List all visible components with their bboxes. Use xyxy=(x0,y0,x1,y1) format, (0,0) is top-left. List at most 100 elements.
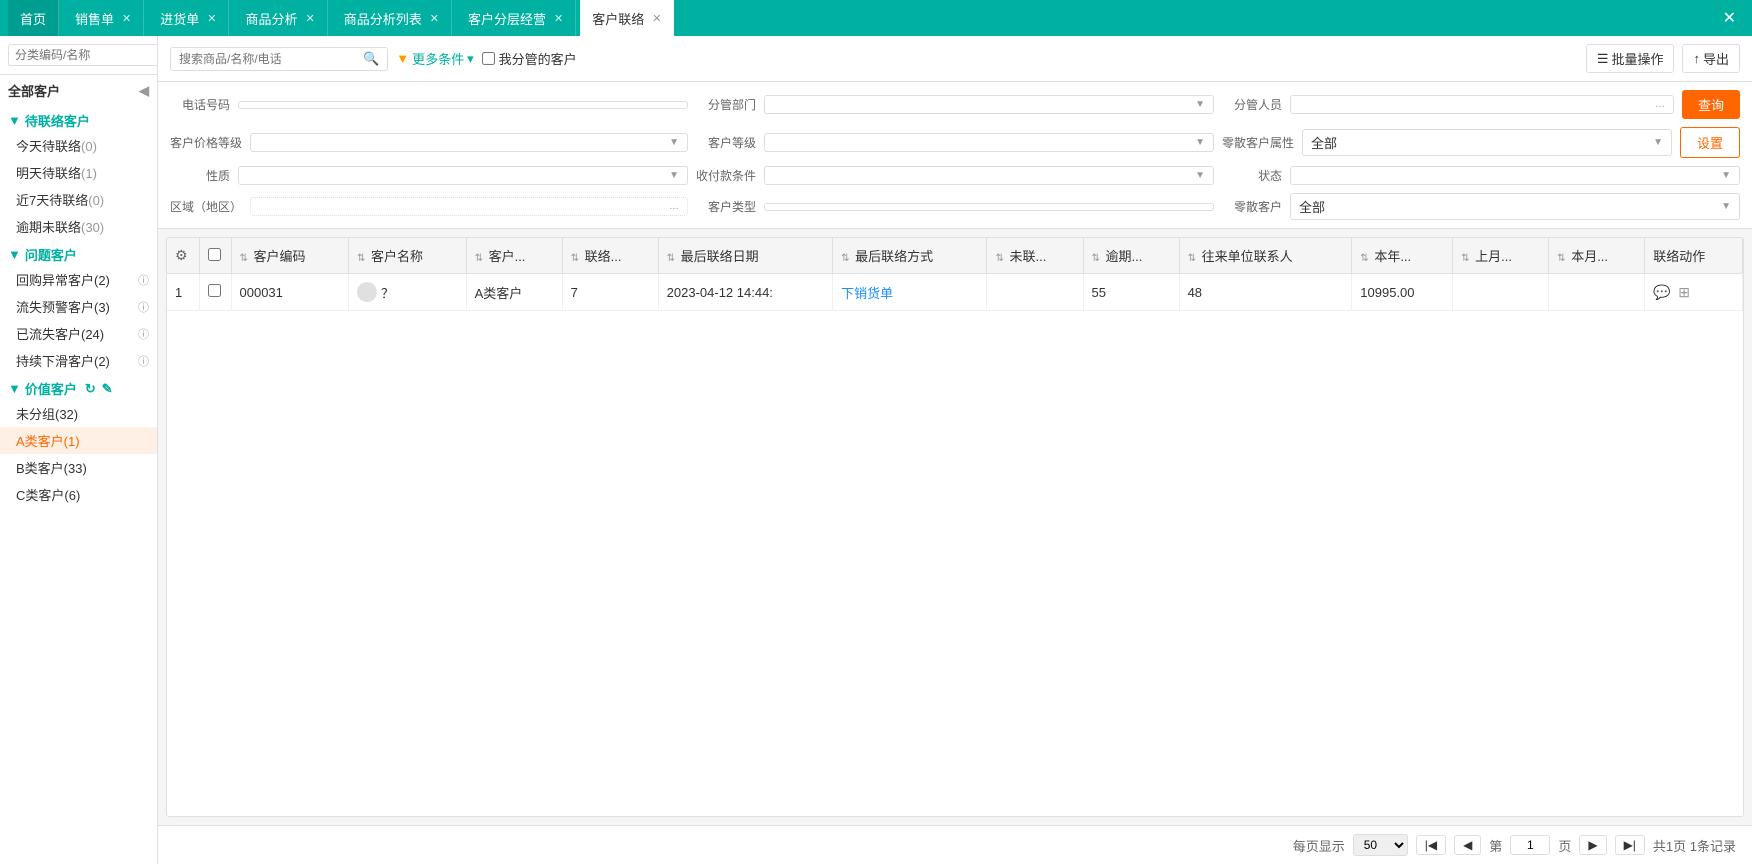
sidebar-collapse-icon[interactable]: ◀ xyxy=(139,83,149,99)
tab-product-analysis[interactable]: 商品分析 ✕ xyxy=(233,0,327,36)
scattered-arrow: ▼ xyxy=(1721,201,1731,212)
sidebar-item-b-class[interactable]: B类客户(33) xyxy=(0,454,157,481)
manager-input[interactable]: … xyxy=(1290,95,1674,114)
col-customer-name: ⇅ 客户名称 xyxy=(349,238,467,274)
payment-select[interactable]: ▼ xyxy=(764,166,1214,185)
row-code: 000031 xyxy=(231,274,349,311)
sort-level-icon[interactable]: ⇅ xyxy=(475,253,483,264)
close-customer-contact-tab[interactable]: ✕ xyxy=(652,12,661,25)
row-action: 💬 ⊞ xyxy=(1645,274,1743,311)
batch-op-btn[interactable]: ☰ 批量操作 xyxy=(1586,44,1675,73)
first-page-btn[interactable]: |◀ xyxy=(1416,835,1446,855)
col-last-contact-method: ⇅ 最后联络方式 xyxy=(833,238,987,274)
tab-product-analysis-list[interactable]: 商品分析列表 ✕ xyxy=(332,0,452,36)
sort-overdue-icon[interactable]: ⇅ xyxy=(1092,253,1100,264)
sort-no-contact-icon[interactable]: ⇅ xyxy=(995,253,1003,264)
sidebar-item-7day-pending[interactable]: 近7天待联络(0) xyxy=(0,186,157,213)
sidebar-item-churn-warning[interactable]: 流失预警客户(3) ⓘ xyxy=(0,293,157,320)
scattered-value: 全部 xyxy=(1299,197,1325,216)
purchase-tab-label: 进货单 xyxy=(160,9,199,28)
grid-action-icon[interactable]: ⊞ xyxy=(1678,284,1690,300)
data-table-wrapper: ⚙ ⇅ 客户编码 ⇅ 客户名称 xyxy=(166,237,1744,817)
next-page-btn[interactable]: ▶ xyxy=(1579,835,1606,855)
customer-level-select[interactable]: ▼ xyxy=(764,133,1214,152)
sidebar-item-abnormal-repurchase[interactable]: 回购异常客户(2) ⓘ xyxy=(0,266,157,293)
set-button[interactable]: 设置 xyxy=(1680,127,1740,158)
sidebar-item-a-class[interactable]: A类客户(1) xyxy=(0,427,157,454)
dept-label: 分管部门 xyxy=(696,96,756,113)
row-checkbox[interactable] xyxy=(208,284,221,297)
sort-date-icon[interactable]: ⇅ xyxy=(667,253,675,264)
col-this-month: ⇅ 本月... xyxy=(1549,238,1645,274)
tab-customer-contact[interactable]: 客户联络 ✕ xyxy=(580,0,674,36)
my-customers-checkbox-label[interactable]: 我分管的客户 xyxy=(482,49,577,68)
filter-row-phone: 电话号码 xyxy=(170,90,688,119)
prev-page-btn[interactable]: ◀ xyxy=(1454,835,1481,855)
last-page-btn[interactable]: ▶| xyxy=(1615,835,1645,855)
tab-sales-order[interactable]: 销售单 ✕ xyxy=(63,0,144,36)
nature-select[interactable]: ▼ xyxy=(238,166,688,185)
page-end-label: 页 xyxy=(1558,836,1571,855)
page-number-input[interactable] xyxy=(1510,835,1550,855)
sort-last-month-icon[interactable]: ⇅ xyxy=(1461,253,1469,264)
sidebar-item-ungrouped[interactable]: 未分组(32) xyxy=(0,400,157,427)
close-product-list-tab[interactable]: ✕ xyxy=(430,12,439,25)
my-customers-label: 我分管的客户 xyxy=(499,49,577,68)
phone-input[interactable] xyxy=(238,101,688,109)
scattered-label: 零散客户 xyxy=(1222,198,1282,215)
tab-customer-layer[interactable]: 客户分层经营 ✕ xyxy=(456,0,576,36)
customer-type-input[interactable] xyxy=(764,203,1214,211)
sort-person-icon[interactable]: ⇅ xyxy=(1188,253,1196,264)
close-product-analysis-tab[interactable]: ✕ xyxy=(306,12,315,25)
close-sales-tab[interactable]: ✕ xyxy=(122,12,131,25)
window-close-button[interactable]: ✕ xyxy=(1715,8,1744,28)
select-all-checkbox[interactable] xyxy=(208,248,221,261)
price-level-label: 客户价格等级 xyxy=(170,134,242,151)
more-filters-btn[interactable]: ▼ 更多条件 ▾ xyxy=(396,49,473,68)
region-input[interactable]: … xyxy=(250,197,688,216)
sidebar-item-churned[interactable]: 已流失客户(24) ⓘ xyxy=(0,320,157,347)
contact-method-link[interactable]: 下销货单 xyxy=(841,286,893,301)
sidebar-item-c-class[interactable]: C类客户(6) xyxy=(0,481,157,508)
sort-this-month-icon[interactable]: ⇅ xyxy=(1557,253,1565,264)
sidebar-item-declining[interactable]: 持续下滑客户(2) ⓘ xyxy=(0,347,157,374)
export-btn[interactable]: ↑ 导出 xyxy=(1682,44,1740,73)
tab-purchase-order[interactable]: 进货单 ✕ xyxy=(148,0,229,36)
batch-op-icon: ☰ xyxy=(1597,51,1609,67)
category-search-input[interactable] xyxy=(8,44,158,66)
sidebar-item-overdue-contact[interactable]: 逾期未联络(30) xyxy=(0,213,157,240)
price-level-select[interactable]: ▼ xyxy=(250,133,688,152)
close-purchase-tab[interactable]: ✕ xyxy=(207,12,216,25)
sidebar-item-tomorrow-pending[interactable]: 明天待联络(1) xyxy=(0,159,157,186)
edit-icon[interactable]: ✎ xyxy=(102,381,113,397)
row-contact-count: 7 xyxy=(562,274,658,311)
scattered-attr-select[interactable]: 全部 ▼ xyxy=(1302,129,1672,156)
message-action-icon[interactable]: 💬 xyxy=(1653,284,1670,300)
refresh-icon[interactable]: ↻ xyxy=(85,381,96,397)
per-page-select[interactable]: 50 100 200 xyxy=(1353,834,1408,856)
sort-code-icon[interactable]: ⇅ xyxy=(240,253,248,264)
main-search-input[interactable] xyxy=(179,52,359,66)
scattered-attr-value: 全部 xyxy=(1311,133,1337,152)
filter-row-customer-level: 客户等级 ▼ xyxy=(696,127,1214,158)
sort-year-icon[interactable]: ⇅ xyxy=(1360,253,1368,264)
close-customer-layer-tab[interactable]: ✕ xyxy=(554,12,563,25)
main-search-icon[interactable]: 🔍 xyxy=(363,51,379,67)
col-checkbox xyxy=(199,238,231,274)
sort-count-icon[interactable]: ⇅ xyxy=(571,253,579,264)
product-analysis-tab-label: 商品分析 xyxy=(245,9,297,28)
sidebar-item-today-pending[interactable]: 今天待联络(0) xyxy=(0,132,157,159)
row-this-month xyxy=(1549,274,1645,311)
batch-op-label: 批量操作 xyxy=(1611,49,1663,68)
tab-home[interactable]: 首页 xyxy=(8,0,59,36)
dept-select[interactable]: ▼ xyxy=(764,95,1214,114)
table-gear-icon[interactable]: ⚙ xyxy=(175,247,188,263)
filter-row-scattered: 零散客户 全部 ▼ xyxy=(1222,193,1740,220)
all-customers-header[interactable]: 全部客户 ◀ xyxy=(0,75,157,106)
sort-method-icon[interactable]: ⇅ xyxy=(841,253,849,264)
my-customers-checkbox[interactable] xyxy=(482,52,495,65)
status-select[interactable]: ▼ xyxy=(1290,166,1740,185)
sort-name-icon[interactable]: ⇅ xyxy=(357,253,365,264)
query-button[interactable]: 查询 xyxy=(1682,90,1740,119)
scattered-select[interactable]: 全部 ▼ xyxy=(1290,193,1740,220)
